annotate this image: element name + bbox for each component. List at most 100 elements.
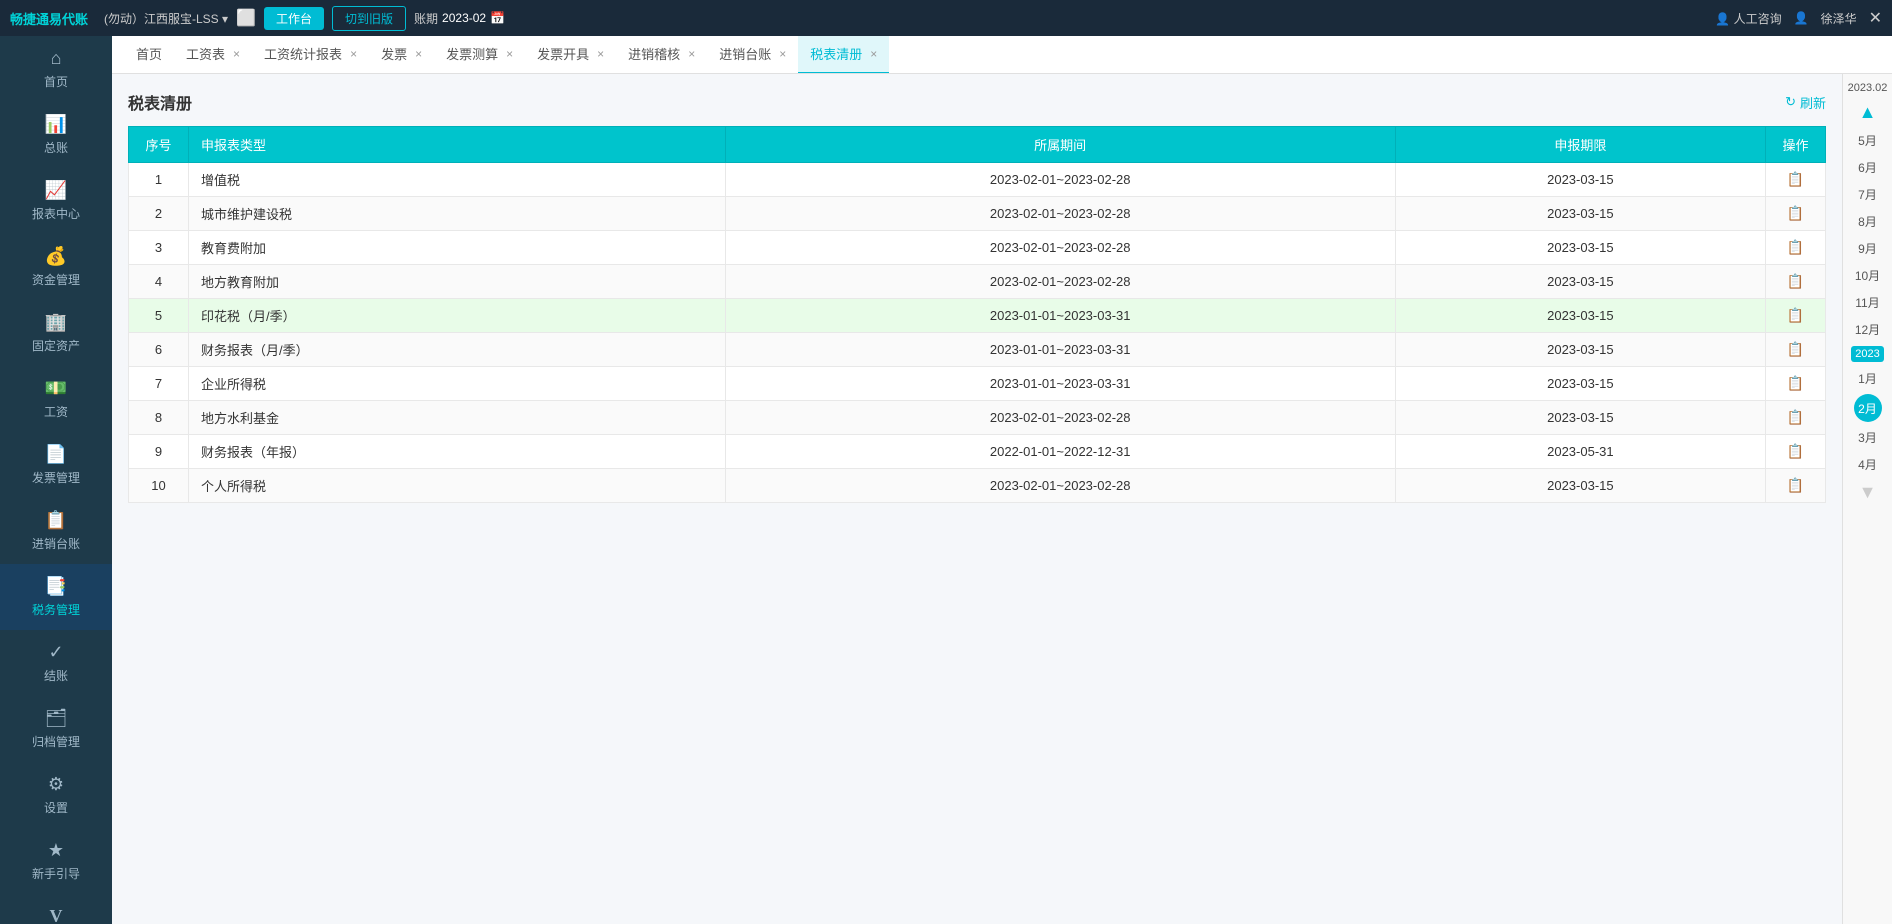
cell-action: 📋 — [1766, 401, 1826, 435]
month-7[interactable]: 7月 — [1843, 181, 1892, 208]
cell-action: 📋 — [1766, 265, 1826, 299]
sidebar-item-home[interactable]: ⌂ 首页 — [0, 36, 112, 102]
year-2023-badge: 2023 — [1851, 346, 1883, 362]
tab-close-salary[interactable]: × — [233, 47, 240, 61]
tab-close-salary-report[interactable]: × — [350, 47, 357, 61]
report-icon: 📈 — [45, 180, 67, 201]
switch-version-button[interactable]: 切到旧版 — [332, 6, 406, 31]
sidebar-item-fixed[interactable]: 🏢 固定资产 — [0, 300, 112, 366]
vip-icon: V — [50, 906, 63, 924]
cell-deadline: 2023-03-15 — [1395, 197, 1765, 231]
sidebar-item-salary[interactable]: 💵 工资 — [0, 366, 112, 432]
cell-deadline: 2023-03-15 — [1395, 265, 1765, 299]
action-view-icon[interactable]: 📋 — [1787, 341, 1804, 357]
month-1[interactable]: 1月 — [1843, 365, 1892, 392]
workspace-button[interactable]: 工作台 — [264, 7, 324, 30]
tab-close-tax-list[interactable]: × — [870, 47, 877, 61]
tab-close-invoice[interactable]: × — [415, 47, 422, 61]
month-4[interactable]: 4月 — [1843, 451, 1892, 478]
month-9[interactable]: 9月 — [1843, 235, 1892, 262]
action-view-icon[interactable]: 📋 — [1787, 171, 1804, 187]
cell-type: 个人所得税 — [189, 469, 726, 503]
sidebar-label-fund: 资金管理 — [32, 271, 80, 288]
sidebar-item-vip[interactable]: V 畅会员 — [0, 894, 112, 924]
human-consult[interactable]: 👤 人工咨询 — [1715, 10, 1781, 27]
cell-no: 3 — [129, 231, 189, 265]
tab-invoice-open[interactable]: 发票开具 × — [525, 36, 616, 74]
action-view-icon[interactable]: 📋 — [1787, 307, 1804, 323]
cell-no: 9 — [129, 435, 189, 469]
cell-no: 10 — [129, 469, 189, 503]
sidebar-item-ledger[interactable]: 📊 总账 — [0, 102, 112, 168]
cell-deadline: 2023-03-15 — [1395, 469, 1765, 503]
action-view-icon[interactable]: 📋 — [1787, 477, 1804, 493]
action-view-icon[interactable]: 📋 — [1787, 239, 1804, 255]
sidebar-item-settle[interactable]: ✓ 结账 — [0, 630, 112, 696]
settle-icon: ✓ — [48, 642, 63, 663]
sidebar: ⌂ 首页 📊 总账 📈 报表中心 💰 资金管理 🏢 固定资产 💵 工资 📄 发票… — [0, 36, 112, 924]
refresh-button[interactable]: ↻ 刷新 — [1785, 93, 1826, 112]
cell-no: 2 — [129, 197, 189, 231]
cell-action: 📋 — [1766, 299, 1826, 333]
cell-type: 印花税（月/季） — [189, 299, 726, 333]
cell-period: 2023-01-01~2023-03-31 — [725, 333, 1395, 367]
sidebar-label-settle: 结账 — [44, 667, 68, 684]
top-bar-right: 👤 人工咨询 👤 徐泽华 ✕ — [1715, 8, 1882, 28]
sidebar-item-tax[interactable]: 📑 税务管理 — [0, 564, 112, 630]
page-main: 税表清册 ↻ 刷新 序号 申报表类型 所属期间 申报期限 操作 — [112, 74, 1842, 924]
page-title: 税表清册 — [128, 90, 192, 114]
sidebar-label-fixed: 固定资产 — [32, 337, 80, 354]
tab-salary-report[interactable]: 工资统计报表 × — [252, 36, 369, 74]
sidebar-label-purchase: 进销台账 — [32, 535, 80, 552]
sidebar-item-report[interactable]: 📈 报表中心 — [0, 168, 112, 234]
tab-close-purchase-check[interactable]: × — [688, 47, 695, 61]
table-row: 2 城市维护建设税 2023-02-01~2023-02-28 2023-03-… — [129, 197, 1826, 231]
tab-purchase-check[interactable]: 进销稽核 × — [616, 36, 707, 74]
action-view-icon[interactable]: 📋 — [1787, 443, 1804, 459]
month-10[interactable]: 10月 — [1843, 262, 1892, 289]
chevron-down-icon[interactable]: ▼ — [1855, 478, 1881, 507]
tab-close-purchase-ledger[interactable]: × — [779, 47, 786, 61]
sidebar-item-guide[interactable]: ★ 新手引导 — [0, 828, 112, 894]
month-12[interactable]: 12月 — [1843, 316, 1892, 343]
tab-close-invoice-open[interactable]: × — [597, 47, 604, 61]
sidebar-label-report: 报表中心 — [32, 205, 80, 222]
chevron-up-icon[interactable]: ▲ — [1855, 98, 1881, 127]
tab-salary[interactable]: 工资表 × — [174, 36, 252, 74]
tab-home[interactable]: 首页 — [124, 36, 174, 74]
sidebar-label-home: 首页 — [44, 73, 68, 90]
action-view-icon[interactable]: 📋 — [1787, 205, 1804, 221]
guide-icon: ★ — [48, 840, 64, 861]
tab-invoice[interactable]: 发票 × — [369, 36, 434, 74]
cell-period: 2022-01-01~2022-12-31 — [725, 435, 1395, 469]
cell-period: 2023-01-01~2023-03-31 — [725, 367, 1395, 401]
month-11[interactable]: 11月 — [1843, 289, 1892, 316]
cell-type: 城市维护建设税 — [189, 197, 726, 231]
month-8[interactable]: 8月 — [1843, 208, 1892, 235]
sidebar-item-archive[interactable]: 🗂 归档管理 — [0, 696, 112, 762]
month-3[interactable]: 3月 — [1843, 424, 1892, 451]
action-view-icon[interactable]: 📋 — [1787, 409, 1804, 425]
month-5[interactable]: 5月 — [1843, 127, 1892, 154]
sidebar-item-purchase[interactable]: 📋 进销台账 — [0, 498, 112, 564]
close-icon[interactable]: ✕ — [1869, 8, 1882, 28]
tab-invoice-calc[interactable]: 发票测算 × — [434, 36, 525, 74]
month-6[interactable]: 6月 — [1843, 154, 1892, 181]
tab-close-invoice-calc[interactable]: × — [506, 47, 513, 61]
main-layout: ⌂ 首页 📊 总账 📈 报表中心 💰 资金管理 🏢 固定资产 💵 工资 📄 发票… — [0, 36, 1892, 924]
tab-tax-list[interactable]: 税表清册 × — [798, 36, 889, 74]
cell-period: 2023-02-01~2023-02-28 — [725, 197, 1395, 231]
table-row: 9 财务报表（年报） 2022-01-01~2022-12-31 2023-05… — [129, 435, 1826, 469]
action-view-icon[interactable]: 📋 — [1787, 273, 1804, 289]
cell-type: 企业所得税 — [189, 367, 726, 401]
sidebar-item-fund[interactable]: 💰 资金管理 — [0, 234, 112, 300]
month-2-active[interactable]: 2月 — [1854, 394, 1882, 422]
invoice-icon: 📄 — [45, 444, 67, 465]
sidebar-item-settings[interactable]: ⚙ 设置 — [0, 762, 112, 828]
sidebar-item-invoice[interactable]: 📄 发票管理 — [0, 432, 112, 498]
tab-purchase-ledger[interactable]: 进销台账 × — [707, 36, 798, 74]
action-view-icon[interactable]: 📋 — [1787, 375, 1804, 391]
refresh-icon: ↻ — [1785, 94, 1796, 110]
cell-period: 2023-02-01~2023-02-28 — [725, 163, 1395, 197]
cell-action: 📋 — [1766, 231, 1826, 265]
